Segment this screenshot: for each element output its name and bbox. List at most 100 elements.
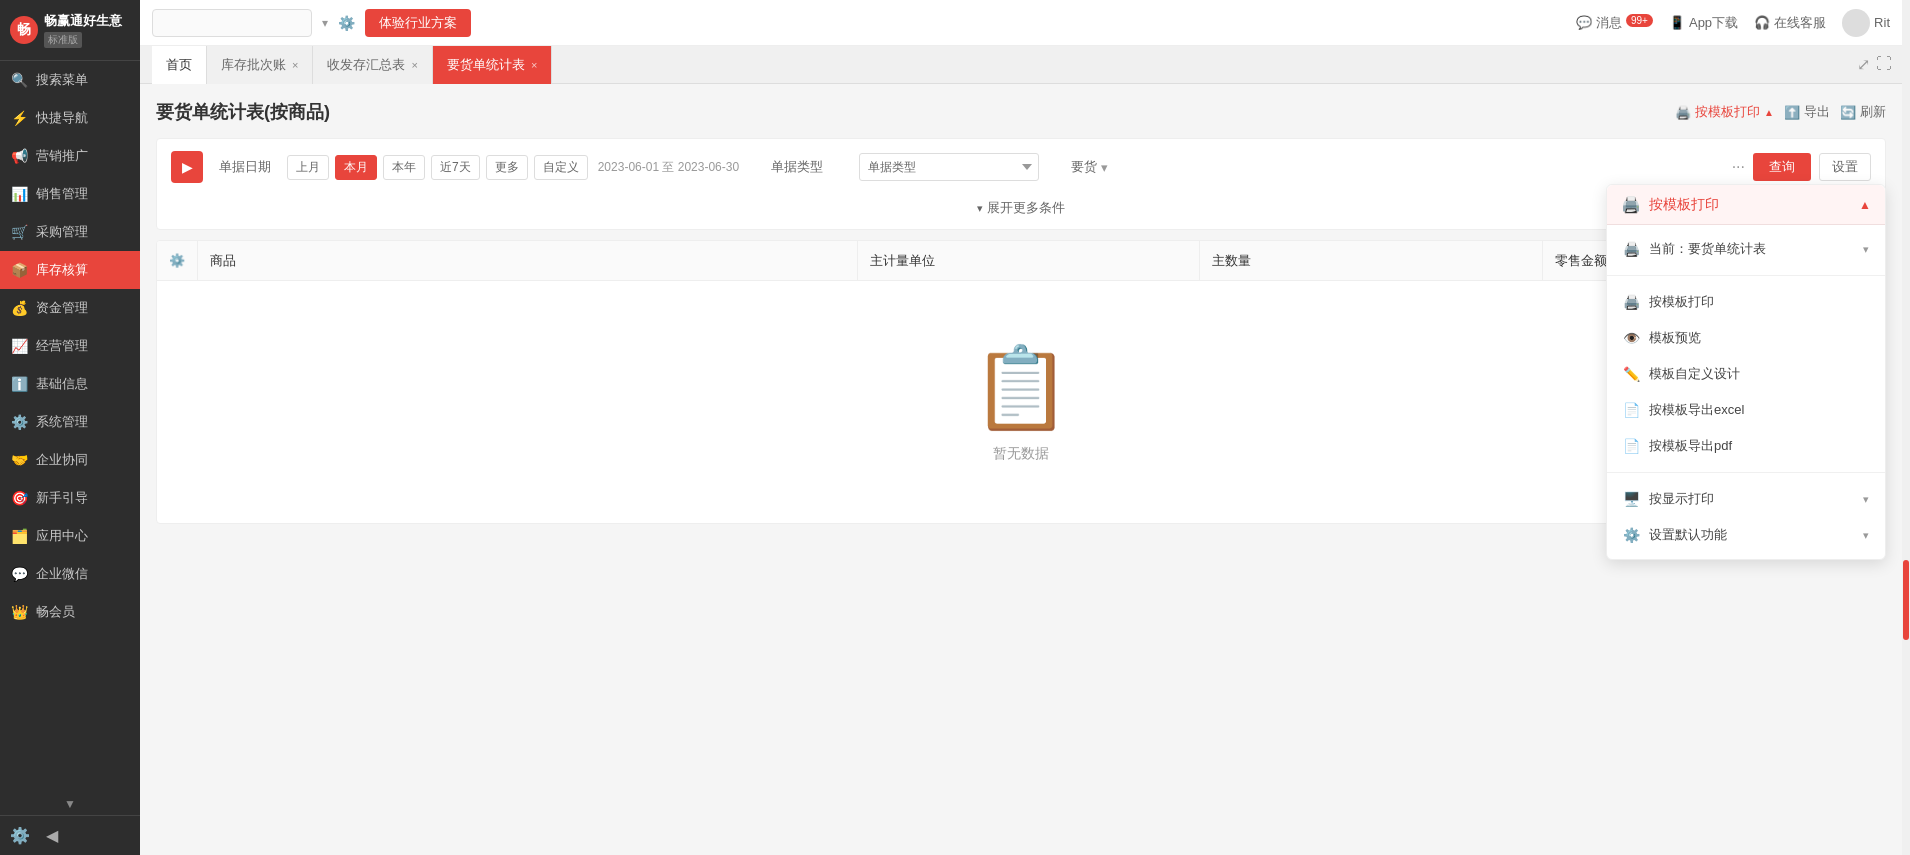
shortcut-icon: ⚡ [10,109,28,127]
display-print-arrow: ▾ [1863,493,1869,506]
expand-more-btn[interactable]: ▾ 展开更多条件 [977,199,1065,217]
sidebar-item-basics[interactable]: ℹ️ 基础信息 [0,365,140,403]
export-excel-icon: 📄 [1623,402,1639,418]
dropdown-item-export-pdf[interactable]: 📄 按模板导出pdf [1607,428,1885,464]
dropdown-item-display-print[interactable]: 🖥️ 按显示打印 ▾ [1607,481,1885,517]
template-print-icon: 🖨️ [1623,294,1639,310]
dropdown-current-section: 🖨️ 当前：要货单统计表 ▾ [1607,225,1885,273]
chevron-down-icon: ▾ [977,202,983,215]
th-unit: 主计量单位 [858,241,1200,280]
trial-btn[interactable]: 体验行业方案 [365,9,471,37]
system-icon: ⚙️ [10,413,28,431]
tab-order-stats[interactable]: 要货单统计表 × [433,46,552,84]
export-btn[interactable]: ⬆️ 导出 [1784,103,1830,121]
scrollbar-thumb [1903,560,1909,640]
refresh-icon: 🔄 [1840,105,1856,120]
dropdown-current-item[interactable]: 🖨️ 当前：要货单统计表 ▾ [1607,231,1885,267]
page-header: 要货单统计表(按商品) 🖨️ 按模板打印 ▲ ⬆️ 导出 🔄 刷新 [156,100,1886,124]
wechat-icon: 💬 [10,565,28,583]
setting-btn[interactable]: 设置 [1819,153,1871,181]
date-btn-this-month[interactable]: 本月 [335,155,377,180]
sidebar-item-search[interactable]: 🔍 搜索菜单 [0,61,140,99]
sidebar-item-operation[interactable]: 📈 经营管理 [0,327,140,365]
filter-row-1: ▶ 单据日期 上月 本月 本年 近7天 更多 自定义 2023-06-01 至 … [171,151,1871,183]
sidebar-bottom: ⚙️ ◀ [0,815,140,855]
topbar-gear-icon[interactable]: ⚙️ [338,15,355,31]
tab-home[interactable]: 首页 [152,46,207,84]
tab-close-inventory-batch[interactable]: × [292,59,298,71]
print-template-btn[interactable]: 🖨️ 按模板打印 ▲ [1675,103,1774,121]
sidebar-item-purchase[interactable]: 🛒 采购管理 [0,213,140,251]
topbar-chevron-icon[interactable]: ▾ [322,16,328,30]
mobile-icon: 📱 [1669,15,1685,30]
date-btn-more[interactable]: 更多 [486,155,528,180]
tab-inventory-batch[interactable]: 库存批次账 × [207,46,313,84]
yaohuodan-chevron[interactable]: ▾ [1101,160,1108,175]
sidebar-item-apps[interactable]: 🗂️ 应用中心 [0,517,140,555]
th-checkbox: ⚙️ [157,241,198,280]
main-area: ▾ ⚙️ 体验行业方案 💬 消息 99+ 📱 App下载 🎧 在线客服 Rit [140,0,1902,855]
logo-icon: 畅 [10,16,38,44]
date-btn-this-year[interactable]: 本年 [383,155,425,180]
tab-receipt-summary[interactable]: 收发存汇总表 × [313,46,432,84]
dropdown-item-template-preview[interactable]: 👁️ 模板预览 [1607,320,1885,356]
empty-text: 暂无数据 [993,445,1049,463]
sidebar-item-finance[interactable]: 💰 资金管理 [0,289,140,327]
th-qty: 主数量 [1200,241,1542,280]
tab-bar: 首页 库存批次账 × 收发存汇总表 × 要货单统计表 × ⤢ ⛶ [140,46,1902,84]
more-options-icon[interactable]: ··· [1732,158,1745,176]
sidebar-item-sales[interactable]: 📊 销售管理 [0,175,140,213]
sales-icon: 📊 [10,185,28,203]
tab-expand-area: ⤢ ⛶ [1857,55,1892,74]
current-print-icon: 🖨️ [1623,241,1639,257]
filter-right-actions: ··· 查询 设置 [1732,153,1871,181]
date-btn-last-month[interactable]: 上月 [287,155,329,180]
topbar: ▾ ⚙️ 体验行业方案 💬 消息 99+ 📱 App下载 🎧 在线客服 Rit [140,0,1902,46]
app-download-btn[interactable]: 📱 App下载 [1669,14,1738,32]
dropdown-item-set-default[interactable]: ⚙️ 设置默认功能 ▾ [1607,517,1885,553]
sidebar-item-system[interactable]: ⚙️ 系统管理 [0,403,140,441]
filter-toggle-btn[interactable]: ▶ [171,151,203,183]
marketing-icon: 📢 [10,147,28,165]
sidebar-scroll-down[interactable]: ▼ [0,793,140,815]
dropdown-item-template-design[interactable]: ✏️ 模板自定义设计 [1607,356,1885,392]
dropdown-item-export-excel[interactable]: 📄 按模板导出excel [1607,392,1885,428]
dropdown-item-template-print[interactable]: 🖨️ 按模板打印 [1607,284,1885,320]
messages-btn[interactable]: 💬 消息 99+ [1576,14,1653,32]
filter-yaohuodan: 要货 ▾ [1071,158,1108,176]
dropdown-header-left: 🖨️ 按模板打印 [1621,195,1719,214]
online-service-btn[interactable]: 🎧 在线客服 [1754,14,1826,32]
export-icon: ⬆️ [1784,105,1800,120]
tab-fullscreen-icon[interactable]: ⛶ [1876,55,1892,74]
sidebar-item-marketing[interactable]: 📢 营销推广 [0,137,140,175]
type-select[interactable]: 单据类型 [859,153,1039,181]
date-btn-custom[interactable]: 自定义 [534,155,588,180]
tab-maximize-icon[interactable]: ⤢ [1857,55,1870,74]
right-scrollbar[interactable] [1902,0,1910,855]
refresh-btn[interactable]: 🔄 刷新 [1840,103,1886,121]
purchase-icon: 🛒 [10,223,28,241]
sidebar-item-guide[interactable]: 🎯 新手引导 [0,479,140,517]
enterprise-icon: 🤝 [10,451,28,469]
settings-col-icon[interactable]: ⚙️ [169,253,185,268]
tab-close-order-stats[interactable]: × [531,59,537,71]
filter-dates: 上月 本月 本年 近7天 更多 自定义 2023-06-01 至 2023-06… [287,155,739,180]
sidebar-item-inventory[interactable]: 📦 库存核算 [0,251,140,289]
template-design-icon: ✏️ [1623,366,1639,382]
content-area: 要货单统计表(按商品) 🖨️ 按模板打印 ▲ ⬆️ 导出 🔄 刷新 [140,84,1902,855]
topbar-search-input[interactable] [152,9,312,37]
sidebar-item-enterprise[interactable]: 🤝 企业协同 [0,441,140,479]
user-avatar[interactable]: Rit [1842,9,1890,37]
sidebar-item-member[interactable]: 👑 畅会员 [0,593,140,631]
query-btn[interactable]: 查询 [1753,153,1811,181]
settings-icon[interactable]: ⚙️ [10,826,30,845]
sidebar-item-wechat[interactable]: 💬 企业微信 [0,555,140,593]
export-pdf-icon: 📄 [1623,438,1639,454]
sidebar-item-shortcut[interactable]: ⚡ 快捷导航 [0,99,140,137]
logo-text: 畅赢通好生意 标准版 [44,12,122,48]
filter-type-group: 单据类型 [859,153,1039,181]
tab-close-receipt-summary[interactable]: × [411,59,417,71]
date-btn-7days[interactable]: 近7天 [431,155,480,180]
dropdown-header[interactable]: 🖨️ 按模板打印 ▲ [1607,185,1885,225]
collapse-icon[interactable]: ◀ [46,826,58,845]
